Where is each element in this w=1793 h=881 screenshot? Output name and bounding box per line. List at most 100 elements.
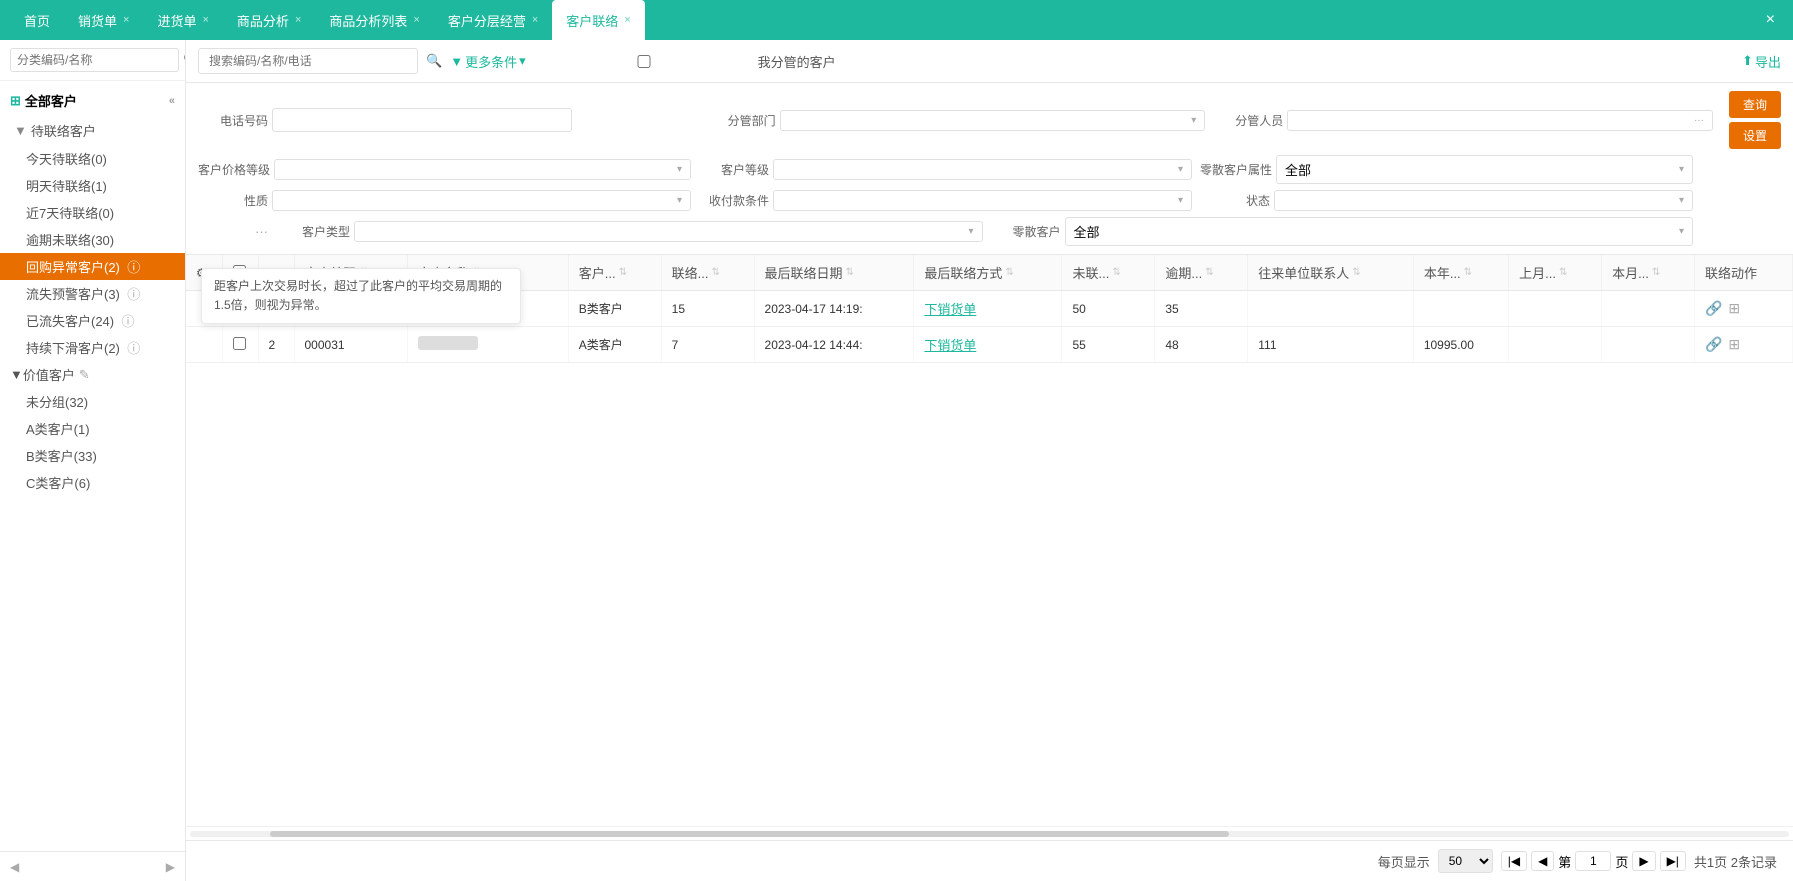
export-button[interactable]: ⬆ 导出 bbox=[1742, 52, 1781, 71]
grid-icon-2[interactable]: ⊞ bbox=[1728, 336, 1740, 353]
nav-sales[interactable]: 销货单 × bbox=[64, 0, 143, 40]
phone-label: 电话号码 bbox=[198, 112, 268, 129]
gender-select[interactable]: ▾ bbox=[272, 190, 691, 211]
th-this-year[interactable]: 本年... ⇅ bbox=[1413, 255, 1508, 291]
th-this-month[interactable]: 本月... ⇅ bbox=[1602, 255, 1695, 291]
person-select[interactable]: ··· bbox=[1287, 110, 1713, 131]
all-customers-header[interactable]: ⊞ 全部客户 « bbox=[0, 85, 185, 116]
sidebar-item-already-lost[interactable]: 已流失客户(24) ⓘ bbox=[0, 307, 185, 334]
sidebar-item-continuous-down[interactable]: 持续下滑客户(2) ⓘ bbox=[0, 334, 185, 361]
search-input[interactable] bbox=[198, 48, 418, 74]
retail-attr-select[interactable]: 全部 ▾ bbox=[1276, 155, 1693, 184]
last-page-button[interactable]: ▶| bbox=[1660, 851, 1686, 871]
td-this-year-1 bbox=[1413, 291, 1508, 327]
status-select[interactable]: ▾ bbox=[1274, 190, 1693, 211]
sidebar-search-input[interactable] bbox=[10, 48, 179, 72]
phone-input[interactable] bbox=[272, 108, 572, 132]
next-page-button[interactable]: ▶ bbox=[1632, 851, 1655, 871]
link-icon-1[interactable]: 🔗 bbox=[1705, 300, 1722, 317]
value-customer-section[interactable]: ▼ 价值客户 ✎ bbox=[0, 361, 185, 388]
filter-row-3: 性质 ▾ 收付款条件 ▾ 状态 bbox=[198, 190, 1781, 211]
th-overdue[interactable]: 逾期... ⇅ bbox=[1155, 255, 1248, 291]
edit-icon[interactable]: ✎ bbox=[79, 367, 90, 383]
last-method-link-2[interactable]: 下销货单 bbox=[924, 338, 976, 353]
sort-icon-uncontacted: ⇅ bbox=[1112, 267, 1120, 278]
th-uncontacted[interactable]: 未联... ⇅ bbox=[1062, 255, 1155, 291]
link-icon-2[interactable]: 🔗 bbox=[1705, 336, 1722, 353]
settings-button[interactable]: 设置 bbox=[1729, 122, 1781, 149]
sidebar-item-ungroup[interactable]: 未分组(32) bbox=[0, 388, 185, 415]
last-method-link-1[interactable]: 下销货单 bbox=[924, 302, 976, 317]
sidebar-item-a-class[interactable]: A类客户(1) bbox=[0, 415, 185, 442]
sidebar-item-7days[interactable]: 近7天待联络(0) bbox=[0, 199, 185, 226]
info-icon: ⓘ bbox=[127, 260, 140, 275]
grade-select[interactable]: ▾ bbox=[773, 159, 1192, 180]
scroll-thumb[interactable] bbox=[270, 831, 1229, 837]
th-action: 联络动作 bbox=[1694, 255, 1792, 291]
collapse-button[interactable]: « bbox=[169, 95, 175, 107]
sidebar-item-today[interactable]: 今天待联络(0) bbox=[0, 145, 185, 172]
price-grade-chevron: ▾ bbox=[677, 164, 682, 175]
th-unit-contact[interactable]: 往来单位联系人 ⇅ bbox=[1248, 255, 1414, 291]
sidebar-item-b-class[interactable]: B类客户(33) bbox=[0, 442, 185, 469]
th-contact[interactable]: 联络... ⇅ bbox=[661, 255, 754, 291]
dept-select[interactable]: ▾ bbox=[780, 110, 1206, 131]
query-button[interactable]: 查询 bbox=[1729, 91, 1781, 118]
sidebar-item-c-class[interactable]: C类客户(6) bbox=[0, 469, 185, 496]
nav-customer-contact[interactable]: 客户联络 × bbox=[552, 0, 644, 40]
sidebar-right-arrow[interactable]: ▶ bbox=[166, 860, 175, 874]
td-action-1: 🔗 ⊞ bbox=[1694, 291, 1792, 327]
scroll-track[interactable] bbox=[190, 831, 1789, 837]
retail-select[interactable]: 全部 ▾ bbox=[1065, 217, 1694, 246]
chevron-down-icon: ▾ bbox=[519, 53, 526, 69]
pay-select[interactable]: ▾ bbox=[773, 190, 1192, 211]
sidebar-item-lost-pre[interactable]: 流失预警客户(3) ⓘ bbox=[0, 280, 185, 307]
search-button[interactable]: 🔍 bbox=[426, 53, 442, 69]
close-icon-sales[interactable]: × bbox=[123, 14, 129, 26]
th-last-month[interactable]: 上月... ⇅ bbox=[1509, 255, 1602, 291]
page-label: 第 bbox=[1558, 852, 1571, 871]
page-number-input[interactable] bbox=[1575, 851, 1611, 871]
td-last-method-1[interactable]: 下销货单 bbox=[914, 291, 1062, 327]
td-last-month-2 bbox=[1509, 327, 1602, 363]
sidebar-item-repurchase-abnormal[interactable]: 回购异常客户(2) ⓘ bbox=[0, 253, 185, 280]
horizontal-scroll-bar[interactable] bbox=[186, 826, 1793, 840]
more-conditions-btn[interactable]: ▼ 更多条件 ▾ bbox=[450, 52, 525, 71]
action-icons-2: 🔗 ⊞ bbox=[1705, 336, 1782, 353]
th-grade[interactable]: 客户... ⇅ bbox=[568, 255, 661, 291]
sidebar-left-arrow[interactable]: ◀ bbox=[10, 860, 19, 874]
row-checkbox-2[interactable] bbox=[233, 337, 246, 350]
filter-dept: 分管部门 ▾ bbox=[706, 110, 1206, 131]
nav-product-list[interactable]: 商品分析列表 × bbox=[315, 0, 433, 40]
close-icon-customer-tier[interactable]: × bbox=[532, 14, 538, 26]
close-icon-purchase[interactable]: × bbox=[202, 14, 208, 26]
tooltip-box: 距客户上次交易时长，超过了此客户的平均交易周期的1.5倍，则视为异常。 bbox=[201, 268, 521, 324]
nav-customer-tier[interactable]: 客户分层经营 × bbox=[434, 0, 552, 40]
per-page-select[interactable]: 50 20 100 bbox=[1438, 849, 1493, 873]
th-last-date[interactable]: 最后联络日期 ⇅ bbox=[754, 255, 914, 291]
my-customers-input[interactable] bbox=[534, 55, 754, 68]
window-close-button[interactable]: × bbox=[1758, 11, 1783, 29]
wait-contact-section[interactable]: ▼ 待联络客户 bbox=[0, 116, 185, 145]
nav-product-analysis[interactable]: 商品分析 × bbox=[223, 0, 315, 40]
td-last-method-2[interactable]: 下销货单 bbox=[914, 327, 1062, 363]
filter-icon: ▼ bbox=[450, 54, 463, 69]
my-customers-checkbox[interactable]: 我分管的客户 bbox=[534, 52, 836, 71]
close-icon-product-analysis[interactable]: × bbox=[295, 14, 301, 26]
close-icon-customer-contact[interactable]: × bbox=[624, 14, 630, 26]
prev-page-button[interactable]: ◀ bbox=[1531, 851, 1554, 871]
grid-icon: ⊞ bbox=[10, 93, 21, 109]
first-page-button[interactable]: |◀ bbox=[1501, 851, 1527, 871]
customer-type-select[interactable]: ▾ bbox=[354, 221, 983, 242]
grid-icon-1[interactable]: ⊞ bbox=[1728, 300, 1740, 317]
sidebar-item-tomorrow[interactable]: 明天待联络(1) bbox=[0, 172, 185, 199]
td-checkbox-2[interactable] bbox=[222, 327, 258, 363]
price-grade-select[interactable]: ▾ bbox=[274, 159, 691, 180]
close-icon-product-list[interactable]: × bbox=[413, 14, 419, 26]
nav-purchase[interactable]: 进货单 × bbox=[143, 0, 222, 40]
filter-more-dots[interactable]: ··· bbox=[255, 224, 268, 239]
sort-icon-last-method: ⇅ bbox=[1005, 267, 1013, 278]
th-last-method[interactable]: 最后联络方式 ⇅ bbox=[914, 255, 1062, 291]
nav-home[interactable]: 首页 bbox=[10, 0, 64, 40]
sidebar-item-overdue[interactable]: 逾期未联络(30) bbox=[0, 226, 185, 253]
